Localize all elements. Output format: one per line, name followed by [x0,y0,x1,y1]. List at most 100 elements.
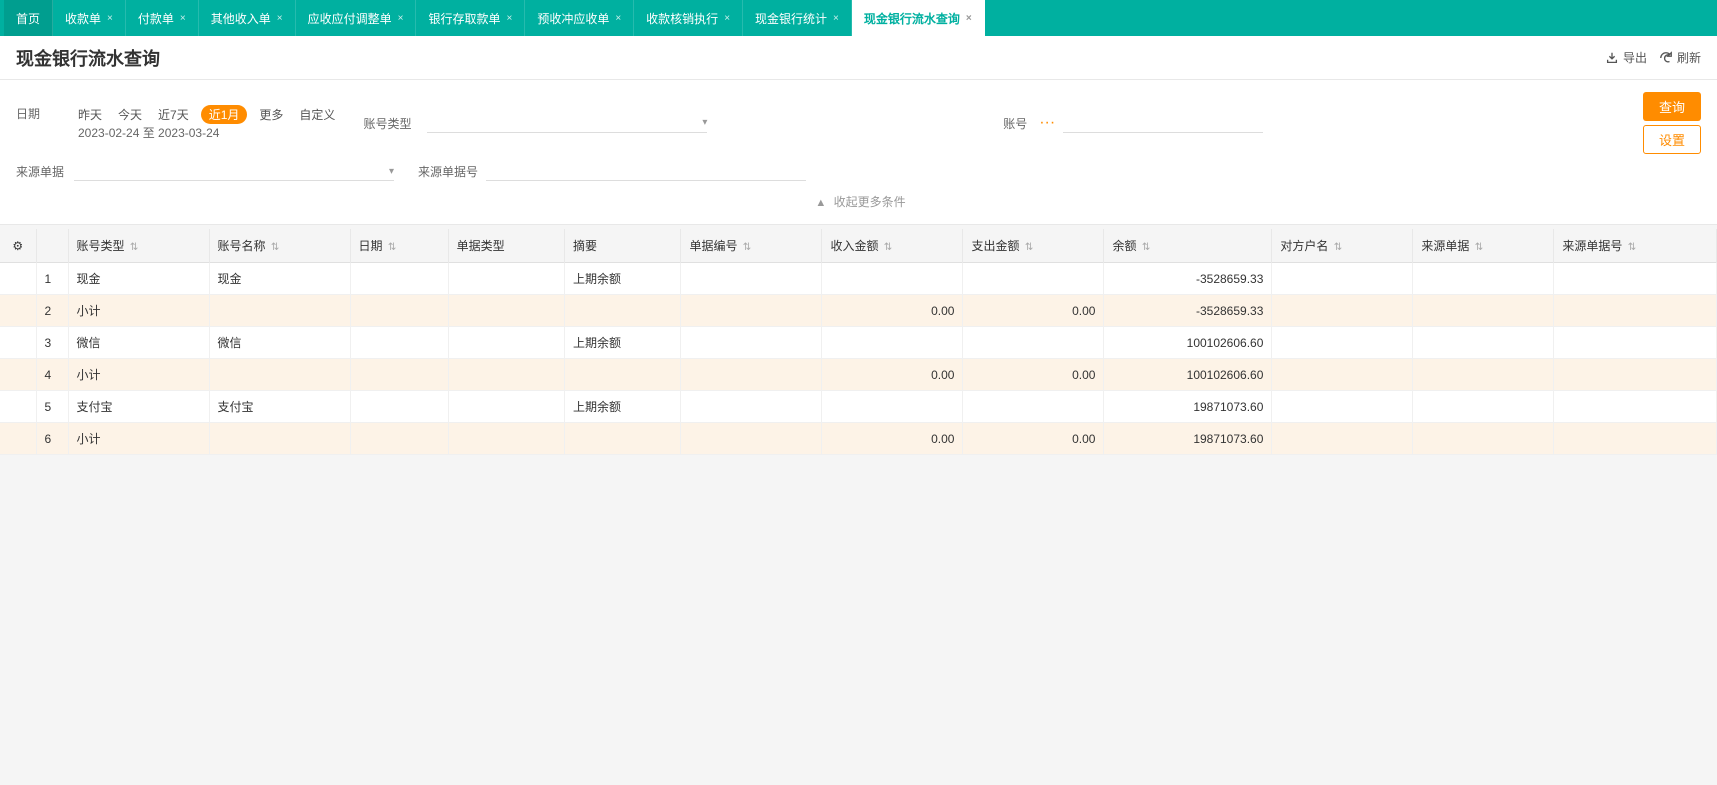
cell-counterparty [1272,359,1413,391]
shortcut-custom[interactable]: 自定义 [295,105,339,124]
shortcut-1month[interactable]: 近1月 [201,105,248,124]
col-src-doc[interactable]: 来源单据 ⇅ [1413,229,1554,263]
cell-income [822,391,963,423]
cell-counterparty [1272,263,1413,295]
account-label: 账号 [1003,115,1031,132]
shortcut-today[interactable]: 今天 [114,105,146,124]
cell-acct-name: 现金 [209,263,350,295]
refresh-label: 刷新 [1677,49,1701,66]
col-doc-num[interactable]: 单据编号 ⇅ [681,229,822,263]
data-table: ⚙ 账号类型 ⇅ 账号名称 ⇅ 日期 ⇅ 单据类型 摘要 单据编号 ⇅ 收入金额… [0,229,1717,455]
nav-tab-other-income-close[interactable]: × [277,13,283,24]
cell-doc-type [448,423,564,455]
nav-tab-bank-deposit-close[interactable]: × [506,13,512,24]
nav-tab-payment[interactable]: 付款单 × [126,0,199,36]
query-button[interactable]: 查询 [1643,92,1701,121]
nav-tab-cash-bank-stat-label: 现金银行统计 [755,10,827,27]
account-dots-button[interactable]: ··· [1039,114,1055,132]
table-wrap: ⚙ 账号类型 ⇅ 账号名称 ⇅ 日期 ⇅ 单据类型 摘要 单据编号 ⇅ 收入金额… [0,229,1717,455]
nav-tab-cash-flow-query[interactable]: 现金银行流水查询 × [852,0,985,36]
source-doc-input[interactable] [74,162,389,180]
col-acct-type[interactable]: 账号类型 ⇅ [68,229,209,263]
table-row: 2 小计 0.00 0.00 -3528659.33 [0,295,1717,327]
cell-src-doc-num [1554,423,1717,455]
sort-icon-acct-name: ⇅ [271,242,279,253]
source-doc-num-input[interactable] [486,162,806,180]
cell-acct-name [209,359,350,391]
nav-tab-ar-ap-adjust-label: 应收应付调整单 [308,10,392,27]
collapse-bar[interactable]: ▲ 收起更多条件 [16,189,1701,216]
col-counterparty[interactable]: 对方户名 ⇅ [1272,229,1413,263]
shortcut-7days[interactable]: 近7天 [154,105,193,124]
col-gear[interactable]: ⚙ [0,229,36,263]
settings-button[interactable]: 设置 [1643,125,1701,154]
cell-income: 0.00 [822,359,963,391]
cell-gear [0,263,36,295]
cell-expense: 0.00 [963,359,1104,391]
cell-balance: 100102606.60 [1104,327,1272,359]
refresh-button[interactable]: 刷新 [1659,49,1701,66]
cell-summary: 上期余额 [565,391,681,423]
nav-tab-receipt[interactable]: 收款单 × [53,0,126,36]
cell-src-doc-num [1554,391,1717,423]
source-doc-dropdown-icon[interactable]: ▾ [389,166,394,177]
cell-doc-type [448,359,564,391]
nav-tab-prepay-offset[interactable]: 预收冲应收单 × [525,0,634,36]
cell-expense: 0.00 [963,295,1104,327]
cell-index: 2 [36,295,68,327]
account-type-dropdown-icon[interactable]: ▾ [702,117,707,128]
cell-summary [565,295,681,327]
nav-tab-receipt-verify-label: 收款核销执行 [646,10,718,27]
cell-acct-type: 小计 [68,359,209,391]
action-buttons: 查询 设置 [1643,92,1701,154]
cell-income: 0.00 [822,423,963,455]
cell-index: 4 [36,359,68,391]
col-balance[interactable]: 余额 ⇅ [1104,229,1272,263]
nav-tab-receipt-verify[interactable]: 收款核销执行 × [634,0,743,36]
cell-summary [565,359,681,391]
account-type-input[interactable] [427,114,702,132]
export-label: 导出 [1623,49,1647,66]
cell-src-doc [1413,359,1554,391]
nav-tab-prepay-offset-close[interactable]: × [615,13,621,24]
col-acct-name[interactable]: 账号名称 ⇅ [209,229,350,263]
col-date[interactable]: 日期 ⇅ [350,229,448,263]
cell-summary: 上期余额 [565,327,681,359]
nav-tab-ar-ap-adjust[interactable]: 应收应付调整单 × [296,0,417,36]
col-expense[interactable]: 支出金额 ⇅ [963,229,1104,263]
cell-src-doc-num [1554,295,1717,327]
nav-tab-receipt-close[interactable]: × [107,13,113,24]
nav-tab-bank-deposit-label: 银行存取款单 [428,10,500,27]
nav-tab-other-income[interactable]: 其他收入单 × [199,0,296,36]
top-nav: 首页 收款单 × 付款单 × 其他收入单 × 应收应付调整单 × 银行存取款单 … [0,0,1717,36]
cell-doc-num [681,295,822,327]
date-range-display: 2023-02-24 至 2023-03-24 [78,124,339,141]
nav-tab-home[interactable]: 首页 [4,0,53,36]
col-income[interactable]: 收入金额 ⇅ [822,229,963,263]
cell-income [822,327,963,359]
export-button[interactable]: 导出 [1605,49,1647,66]
gear-icon: ⚙ [12,239,23,253]
cell-date [350,391,448,423]
shortcut-yesterday[interactable]: 昨天 [74,105,106,124]
source-doc-label: 来源单据 [16,163,66,180]
cell-acct-type: 小计 [68,295,209,327]
nav-tab-payment-close[interactable]: × [180,13,186,24]
nav-tab-cash-bank-stat[interactable]: 现金银行统计 × [743,0,852,36]
cell-balance: 19871073.60 [1104,423,1272,455]
account-input[interactable] [1063,114,1263,132]
nav-tab-bank-deposit[interactable]: 银行存取款单 × [416,0,525,36]
sort-icon-income: ⇅ [884,242,892,253]
nav-tab-ar-ap-adjust-close[interactable]: × [398,13,404,24]
cell-doc-num [681,391,822,423]
cell-doc-num [681,423,822,455]
cell-acct-name [209,295,350,327]
col-src-doc-num[interactable]: 来源单据号 ⇅ [1554,229,1717,263]
shortcut-more[interactable]: 更多 [255,105,287,124]
table-row: 5 支付宝 支付宝 上期余额 19871073.60 [0,391,1717,423]
nav-tab-receipt-verify-close[interactable]: × [724,13,730,24]
nav-tab-cash-flow-query-close[interactable]: × [966,13,972,24]
nav-tab-cash-bank-stat-close[interactable]: × [833,13,839,24]
cell-date [350,359,448,391]
page-title: 现金银行流水查询 [16,45,160,71]
